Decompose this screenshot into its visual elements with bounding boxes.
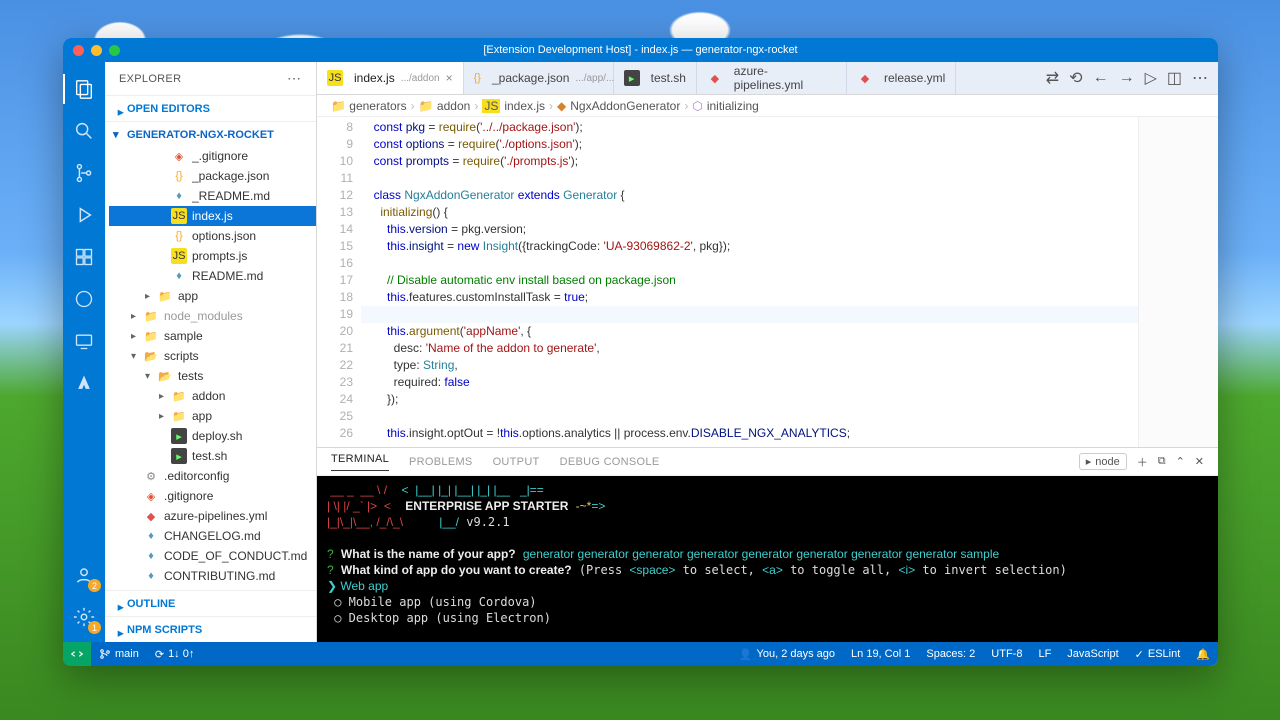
- section-open-editors[interactable]: ▾OPEN EDITORS: [105, 99, 316, 118]
- folder-item[interactable]: ▸📁app: [109, 286, 316, 306]
- section-workspace[interactable]: ▾GENERATOR-NGX-ROCKET: [105, 125, 316, 144]
- compare-icon[interactable]: ⇄: [1046, 68, 1059, 88]
- account-badge: 2: [88, 579, 101, 592]
- split-icon[interactable]: ◫: [1167, 68, 1182, 88]
- minimap[interactable]: [1138, 117, 1218, 447]
- panel-tab[interactable]: PROBLEMS: [409, 456, 473, 468]
- section-outline[interactable]: ▾OUTLINE: [105, 594, 316, 613]
- file-item[interactable]: ♦CONTRIBUTING.md: [109, 566, 316, 586]
- search-icon[interactable]: [63, 110, 105, 152]
- tab-close-icon[interactable]: ×: [446, 71, 453, 85]
- vscode-window: [Extension Development Host] - index.js …: [63, 38, 1218, 666]
- debug-icon[interactable]: [63, 194, 105, 236]
- breadcrumb[interactable]: 📁 generators›📁 addon›JS index.js›◆ NgxAd…: [317, 95, 1218, 117]
- status-indent[interactable]: Spaces: 2: [918, 648, 983, 661]
- panel-tab[interactable]: OUTPUT: [493, 456, 540, 468]
- sync-icon[interactable]: ⟲: [1069, 68, 1082, 88]
- terminal[interactable]: __ _ __ \ / < |__| |_| |__| |_| |__ _|==…: [317, 476, 1218, 642]
- traffic-lights: [63, 45, 120, 56]
- file-item[interactable]: JSprompts.js: [109, 246, 316, 266]
- extensions-icon[interactable]: [63, 236, 105, 278]
- folder-item[interactable]: ▸📁node_modules: [109, 306, 316, 326]
- folder-item[interactable]: ▾📂tests: [109, 366, 316, 386]
- editor-tabs: JSindex.js.../addon×{}_package.json.../a…: [317, 62, 1218, 95]
- file-item[interactable]: ♦_README.md: [109, 186, 316, 206]
- status-bell-icon[interactable]: 🔔: [1188, 648, 1218, 661]
- status-bar: main ⟳ 1↓ 0↑ 👤 You, 2 days ago Ln 19, Co…: [63, 642, 1218, 666]
- prev-icon[interactable]: ←: [1093, 69, 1109, 87]
- status-encoding[interactable]: UTF-8: [983, 648, 1030, 661]
- panel-close-icon[interactable]: ✕: [1195, 455, 1204, 468]
- terminal-selector[interactable]: ▸node: [1079, 453, 1127, 470]
- breadcrumb-item[interactable]: 📁 addon: [419, 99, 471, 113]
- breadcrumb-item[interactable]: ◆ NgxAddonGenerator: [557, 99, 680, 113]
- breadcrumb-item[interactable]: ⬡ initializing: [692, 99, 759, 113]
- titlebar: [Extension Development Host] - index.js …: [63, 38, 1218, 62]
- editor-tab[interactable]: ▸test.sh: [614, 62, 697, 94]
- run-icon[interactable]: ▷: [1145, 68, 1157, 88]
- file-item[interactable]: ▸deploy.sh: [109, 426, 316, 446]
- traffic-light[interactable]: [73, 45, 84, 56]
- remote-explorer-icon[interactable]: [63, 320, 105, 362]
- file-item[interactable]: ◈.gitignore: [109, 486, 316, 506]
- editor-tab[interactable]: ◆release.yml: [847, 62, 956, 94]
- status-language[interactable]: JavaScript: [1059, 648, 1126, 661]
- source-control-icon[interactable]: [63, 152, 105, 194]
- new-terminal-icon[interactable]: ＋: [1137, 454, 1148, 470]
- window-title: [Extension Development Host] - index.js …: [63, 44, 1218, 56]
- next-icon[interactable]: →: [1119, 69, 1135, 87]
- azure-icon[interactable]: [63, 362, 105, 404]
- folder-item[interactable]: ▾📂scripts: [109, 346, 316, 366]
- settings-badge: 1: [88, 621, 101, 634]
- file-item[interactable]: JSindex.js: [109, 206, 316, 226]
- explorer-icon[interactable]: [63, 68, 105, 110]
- file-item[interactable]: ♦CODE_OF_CONDUCT.md: [109, 546, 316, 566]
- status-position[interactable]: Ln 19, Col 1: [843, 648, 918, 661]
- file-item[interactable]: {}_package.json: [109, 166, 316, 186]
- panel-tab[interactable]: DEBUG CONSOLE: [560, 456, 660, 468]
- file-item[interactable]: ♦CHANGELOG.md: [109, 526, 316, 546]
- status-blame[interactable]: 👤 You, 2 days ago: [731, 648, 843, 661]
- editor[interactable]: 891011121314151617181920212223242526 con…: [317, 117, 1218, 447]
- settings-gear-icon[interactable]: 1: [63, 596, 105, 638]
- traffic-light[interactable]: [109, 45, 120, 56]
- sidebar-title: EXPLORER⋯: [105, 62, 316, 95]
- account-icon[interactable]: 2: [63, 554, 105, 596]
- traffic-light[interactable]: [91, 45, 102, 56]
- file-item[interactable]: ♦README.md: [109, 266, 316, 286]
- folder-item[interactable]: ▸📁sample: [109, 326, 316, 346]
- file-item[interactable]: ▸test.sh: [109, 446, 316, 466]
- breadcrumb-item[interactable]: JS index.js: [482, 99, 545, 113]
- status-sync[interactable]: ⟳ 1↓ 0↑: [147, 648, 203, 661]
- remote-indicator[interactable]: [63, 642, 91, 666]
- file-item[interactable]: ⚙.editorconfig: [109, 466, 316, 486]
- panel-chevron-icon[interactable]: ⌃: [1176, 455, 1185, 468]
- editor-tab[interactable]: {}_package.json.../app/...: [464, 62, 614, 94]
- panel: TERMINAL PROBLEMS OUTPUT DEBUG CONSOLE ▸nod…: [317, 447, 1218, 642]
- editor-tab[interactable]: ◆azure-pipelines.yml: [697, 62, 847, 94]
- section-npm-scripts[interactable]: ▾NPM SCRIPTS: [105, 620, 316, 639]
- sidebar-more-icon[interactable]: ⋯: [287, 70, 302, 87]
- sidebar: EXPLORER⋯ ▾OPEN EDITORS ▾GENERATOR-NGX-R…: [105, 62, 317, 642]
- file-item[interactable]: {}options.json: [109, 226, 316, 246]
- editor-tab[interactable]: JSindex.js.../addon×: [317, 62, 464, 94]
- breadcrumb-item[interactable]: 📁 generators: [331, 99, 407, 113]
- more-icon[interactable]: ⋯: [1192, 68, 1208, 88]
- folder-item[interactable]: ▸📁addon: [109, 386, 316, 406]
- file-item[interactable]: ◆azure-pipelines.yml: [109, 506, 316, 526]
- activity-bar: 2 1: [63, 62, 105, 642]
- github-icon[interactable]: [63, 278, 105, 320]
- status-branch[interactable]: main: [91, 648, 147, 660]
- file-item[interactable]: ◈_.gitignore: [109, 146, 316, 166]
- status-eslint[interactable]: ✓ ESLint: [1127, 648, 1189, 661]
- folder-item[interactable]: ▸📁app: [109, 406, 316, 426]
- panel-tab[interactable]: TERMINAL: [331, 453, 389, 471]
- split-terminal-icon[interactable]: ⧉: [1158, 455, 1166, 468]
- status-eol[interactable]: LF: [1030, 648, 1059, 661]
